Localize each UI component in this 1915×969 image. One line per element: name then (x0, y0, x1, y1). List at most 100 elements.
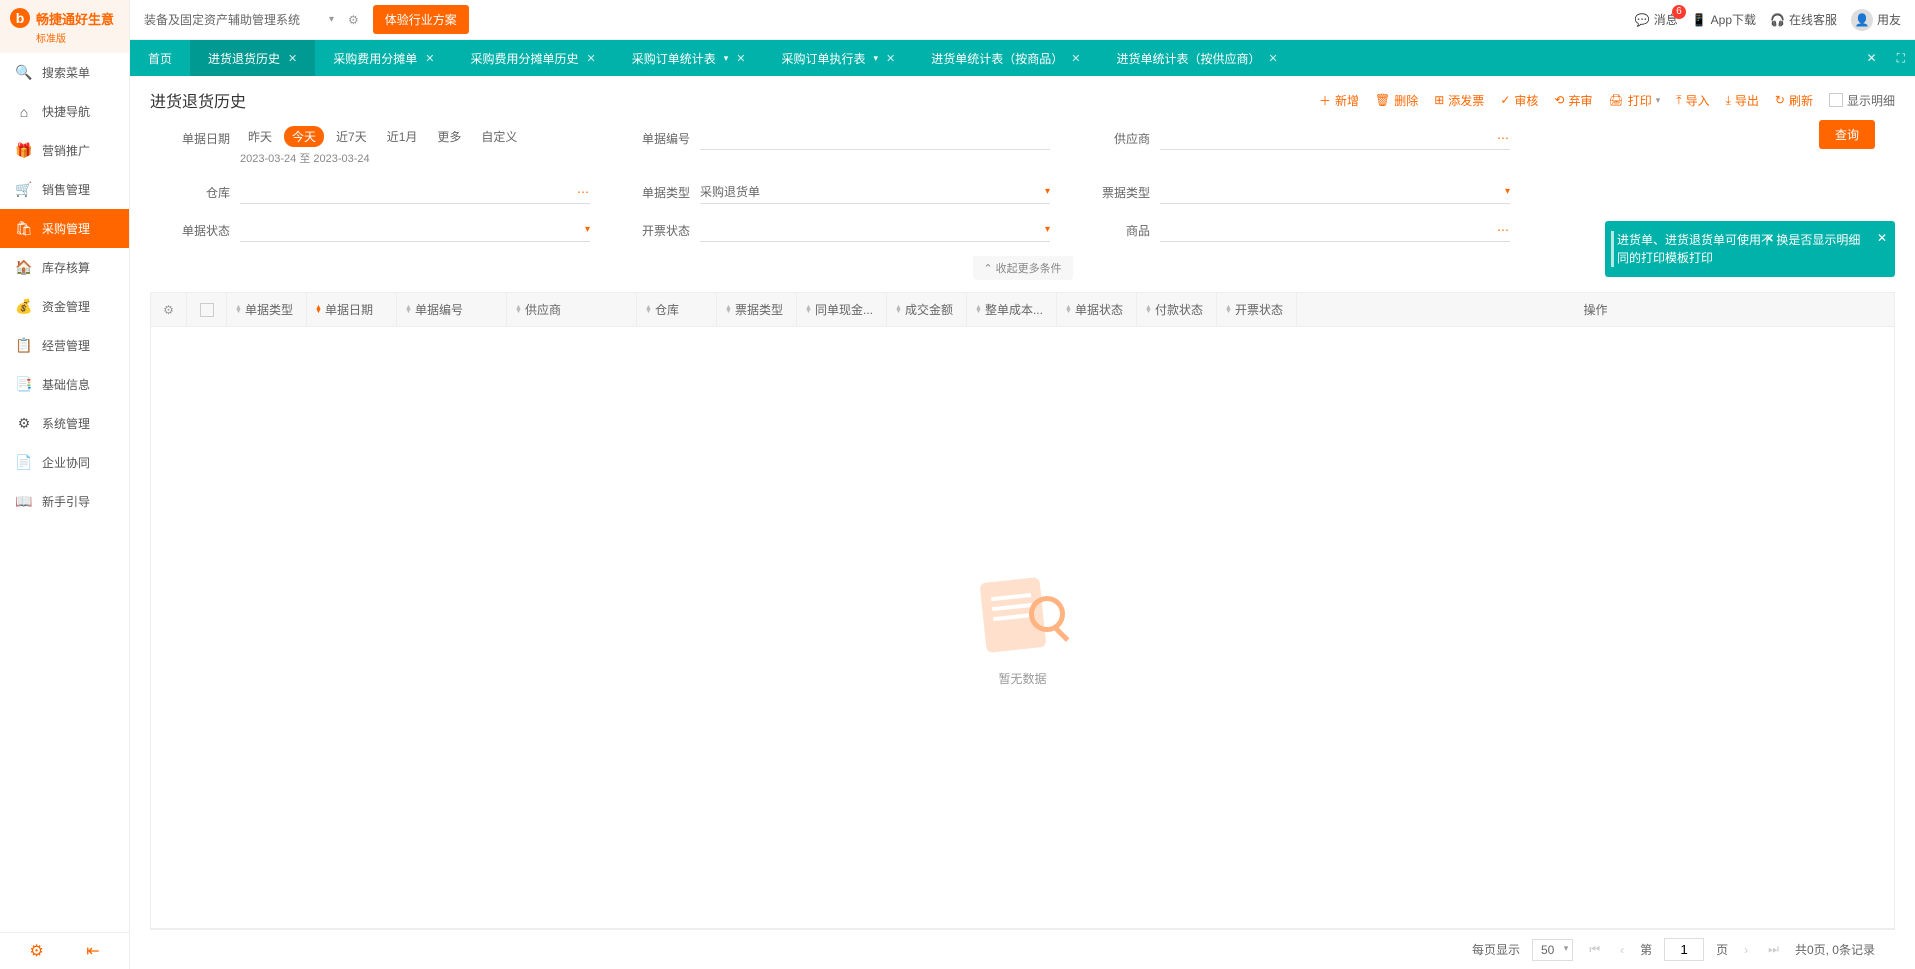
col-label: 票据类型 (735, 301, 783, 318)
tab-close-button[interactable]: ✕ (587, 52, 596, 65)
table-column-header[interactable]: ▲▼单据日期 (307, 293, 397, 326)
show-detail-toggle[interactable]: 显示明细 (1829, 92, 1895, 109)
app-download-button[interactable]: 📱 App下载 (1692, 11, 1756, 28)
warehouse-input[interactable]: ⋯ (240, 180, 590, 204)
user-menu[interactable]: 👤 用友 (1851, 9, 1901, 31)
tab-6[interactable]: 进货单统计表（按商品）✕ (913, 40, 1098, 76)
delete-button[interactable]: 🗑删除 (1375, 92, 1418, 109)
table-column-header[interactable]: ▲▼成交金额 (887, 293, 967, 326)
product-input[interactable]: ⋯ (1160, 218, 1510, 242)
fullscreen-button[interactable]: ⛶ (1887, 51, 1915, 66)
tab-1[interactable]: 进货退货历史✕ (190, 40, 315, 76)
tab-7[interactable]: 进货单统计表（按供应商）✕ (1098, 40, 1295, 76)
supplier-input[interactable]: ⋯ (1160, 126, 1510, 150)
date-chip[interactable]: 昨天 (240, 126, 280, 147)
tab-close-button[interactable]: ✕ (1071, 52, 1080, 65)
page-actions: ＋新增 🗑删除 ⊞添发票 ✓审核 ⟲弃审 🖨打印▾ ⤒导入 ⤓导出 ↻刷新 显示… (1319, 92, 1895, 109)
checkbox-icon (200, 303, 214, 317)
select-all-checkbox[interactable] (187, 293, 227, 326)
next-page-button[interactable]: › (1740, 943, 1752, 957)
export-button[interactable]: ⤓导出 (1726, 92, 1759, 109)
table-column-header[interactable]: ▲▼单据类型 (227, 293, 307, 326)
gear-icon[interactable]: ⚙ (348, 13, 359, 27)
import-button[interactable]: ⤒导入 (1676, 92, 1709, 109)
collapse-filters-button[interactable]: ⌃ 收起更多条件 (973, 256, 1073, 280)
col-label: 单据日期 (325, 301, 373, 318)
collapse-icon[interactable]: ⇤ (86, 941, 99, 961)
system-selector[interactable]: 装备及固定资产辅助管理系统 ▾ (144, 11, 334, 28)
tab-0[interactable]: 首页 (130, 40, 190, 76)
date-chip[interactable]: 近1月 (379, 126, 426, 147)
tab-3[interactable]: 采购费用分摊单历史✕ (452, 40, 613, 76)
abandon-audit-button[interactable]: ⟲弃审 (1554, 92, 1592, 109)
doc-type-select[interactable]: 采购退货单▾ (700, 180, 1050, 204)
table-column-header[interactable]: ▲▼单据编号 (397, 293, 507, 326)
date-chip[interactable]: 今天 (284, 126, 324, 147)
add-invoice-button[interactable]: ⊞添发票 (1434, 92, 1484, 109)
sidebar-item-10[interactable]: 📄企业协同 (0, 443, 129, 482)
audit-button[interactable]: ✓审核 (1500, 92, 1538, 109)
tab-close-button[interactable]: ✕ (425, 52, 434, 65)
settings-icon[interactable]: ⚙ (29, 941, 43, 961)
topbar: 装备及固定资产辅助管理系统 ▾ ⚙ 体验行业方案 💬 消息 6 📱 App下载 … (130, 0, 1915, 40)
per-page-select[interactable]: 50 ▾ (1532, 939, 1573, 961)
sidebar-item-4[interactable]: 🛍采购管理 (0, 209, 129, 248)
close-all-tabs-button[interactable]: ✕ (1857, 51, 1887, 65)
message-button[interactable]: 💬 消息 6 (1635, 11, 1678, 28)
first-page-button[interactable]: ⏮ (1585, 942, 1604, 957)
date-chip[interactable]: 自定义 (473, 126, 525, 147)
tab-close-button[interactable]: ✕ (886, 52, 895, 65)
date-chip[interactable]: 更多 (429, 126, 469, 147)
tab-close-button[interactable]: ✕ (1269, 52, 1278, 65)
table-column-header[interactable]: ▲▼整单成本... (967, 293, 1057, 326)
sidebar-item-11[interactable]: 📖新手引导 (0, 482, 129, 521)
sidebar-item-8[interactable]: 📑基础信息 (0, 365, 129, 404)
doc-status-select[interactable]: ▾ (240, 218, 590, 242)
table-column-header[interactable]: ▲▼同单现金... (797, 293, 887, 326)
sidebar-item-6[interactable]: 💰资金管理 (0, 287, 129, 326)
tab-close-button[interactable]: ✕ (736, 52, 745, 65)
sidebar-item-7[interactable]: 📋经营管理 (0, 326, 129, 365)
table-settings-button[interactable]: ⚙ (151, 293, 187, 326)
tab-close-button[interactable]: ✕ (288, 52, 297, 65)
search-button[interactable]: 查询 (1819, 120, 1875, 149)
prev-page-button[interactable]: ‹ (1616, 943, 1628, 957)
nav-label: 营销推广 (42, 142, 90, 159)
sidebar-item-5[interactable]: 🏠库存核算 (0, 248, 129, 287)
col-label: 单据类型 (245, 301, 293, 318)
table-column-header[interactable]: ▲▼单据状态 (1057, 293, 1137, 326)
invoice-status-select[interactable]: ▾ (700, 218, 1050, 242)
doc-no-input[interactable] (700, 126, 1050, 150)
table-column-header[interactable]: ▲▼开票状态 (1217, 293, 1297, 326)
sidebar-item-0[interactable]: 🔍搜索菜单 (0, 53, 129, 92)
sidebar-item-1[interactable]: ⌂快捷导航 (0, 92, 129, 131)
nav-icon: 🛍 (16, 221, 32, 237)
sidebar-nav: 🔍搜索菜单⌂快捷导航🎁营销推广🛒销售管理🛍采购管理🏠库存核算💰资金管理📋经营管理… (0, 53, 129, 932)
table-column-header[interactable]: ▲▼付款状态 (1137, 293, 1217, 326)
tab-4[interactable]: 采购订单统计表▾✕ (614, 40, 764, 76)
sidebar-item-2[interactable]: 🎁营销推广 (0, 131, 129, 170)
nav-label: 库存核算 (42, 259, 90, 276)
page-input[interactable] (1664, 938, 1704, 961)
sidebar-item-3[interactable]: 🛒销售管理 (0, 170, 129, 209)
col-label: 整单成本... (985, 301, 1043, 318)
add-button[interactable]: ＋新增 (1319, 92, 1359, 109)
promo-button[interactable]: 体验行业方案 (373, 5, 469, 34)
sidebar-item-9[interactable]: ⚙系统管理 (0, 404, 129, 443)
table-column-header[interactable]: ▲▼供应商 (507, 293, 637, 326)
tab-5[interactable]: 采购订单执行表▾✕ (763, 40, 913, 76)
date-chip[interactable]: 近7天 (328, 126, 375, 147)
table-column-header[interactable]: 操作 (1297, 293, 1894, 326)
tooltip-close-inline[interactable]: ✕ (1765, 231, 1774, 248)
table-column-header[interactable]: ▲▼仓库 (637, 293, 717, 326)
print-button[interactable]: 🖨打印▾ (1608, 92, 1660, 109)
chevron-down-icon: ▾ (1505, 186, 1510, 197)
refresh-button[interactable]: ↻刷新 (1775, 92, 1813, 109)
online-service-button[interactable]: 🎧 在线客服 (1770, 11, 1837, 28)
data-table: ⚙ ▲▼单据类型▲▼单据日期▲▼单据编号▲▼供应商▲▼仓库▲▼票据类型▲▼同单现… (150, 292, 1895, 929)
bill-type-select[interactable]: ▾ (1160, 180, 1510, 204)
tooltip-close-button[interactable]: ✕ (1877, 229, 1887, 247)
table-column-header[interactable]: ▲▼票据类型 (717, 293, 797, 326)
last-page-button[interactable]: ⏭ (1764, 942, 1783, 957)
tab-2[interactable]: 采购费用分摊单✕ (315, 40, 452, 76)
